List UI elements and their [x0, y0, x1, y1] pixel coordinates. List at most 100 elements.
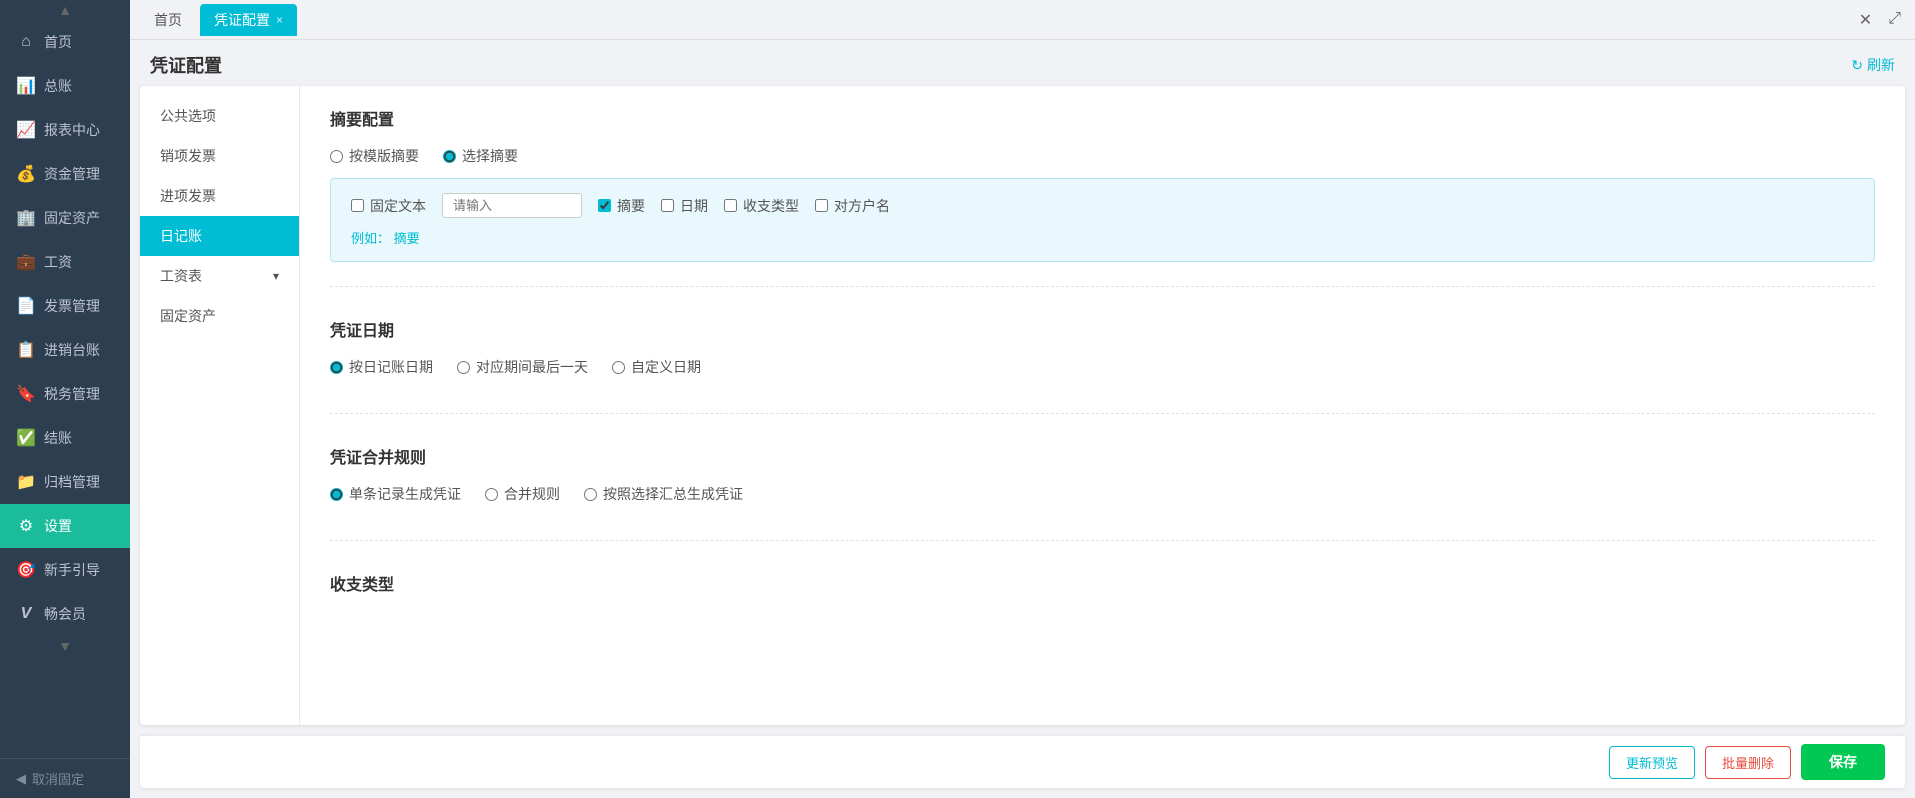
batch-delete-button[interactable]: 批量删除 [1705, 746, 1791, 779]
date-radio-due-last[interactable]: 对应期间最后一天 [457, 357, 588, 377]
left-nav-public[interactable]: 公共选项 [140, 96, 299, 136]
left-nav-journal-label: 日记账 [160, 226, 202, 246]
sidebar-unpin[interactable]: ◀ 取消固定 [0, 758, 130, 798]
sidebar-item-vip[interactable]: V 畅会员 [0, 592, 130, 636]
bottom-bar: 更新预览 批量删除 保存 [140, 735, 1905, 788]
single-radio[interactable] [330, 488, 343, 501]
sidebar-label-sales: 进销台账 [44, 340, 114, 360]
home-icon: ⌂ [16, 33, 36, 51]
left-nav-fixed-assets[interactable]: 固定资产 [140, 296, 299, 336]
sidebar-item-sales[interactable]: 📋 进销台账 [0, 328, 130, 372]
window-close-icon[interactable]: ✕ [1855, 6, 1876, 34]
sidebar-label-invoice: 发票管理 [44, 296, 114, 316]
merge-radio-merge[interactable]: 合并规则 [485, 484, 560, 504]
merge-radio[interactable] [485, 488, 498, 501]
sidebar-item-reports[interactable]: 📈 报表中心 [0, 108, 130, 152]
left-nav-journal[interactable]: 日记账 [140, 216, 299, 256]
fixed-text-input[interactable] [442, 193, 582, 218]
voucher-date-title: 凭证日期 [330, 317, 1875, 341]
sidebar-item-assets[interactable]: 🏢 固定资产 [0, 196, 130, 240]
merge-rule-section: 凭证合并规则 单条记录生成凭证 合并规则 按照选择汇总生成凭证 [330, 444, 1875, 541]
sidebar-label-home: 首页 [44, 32, 114, 52]
summary-title: 摘要配置 [330, 106, 1875, 130]
date-radio-journal[interactable]: 按日记账日期 [330, 357, 433, 377]
summary-radio-template[interactable]: 按模版摘要 [330, 146, 419, 166]
refresh-icon: ↻ [1851, 57, 1863, 74]
summary-template-radio[interactable] [330, 150, 343, 163]
sidebar-item-ledger[interactable]: 📊 总账 [0, 64, 130, 108]
left-nav-sales-invoice[interactable]: 销项发票 [140, 136, 299, 176]
summary-section: 摘要配置 按模版摘要 选择摘要 固定文本 [330, 106, 1875, 287]
custom-date-label: 自定义日期 [631, 357, 701, 377]
tax-icon: 🔖 [16, 384, 36, 404]
merge-radio-select-merge[interactable]: 按照选择汇总生成凭证 [584, 484, 743, 504]
update-preview-button[interactable]: 更新预览 [1609, 746, 1695, 779]
tab-home[interactable]: 首页 [140, 4, 196, 36]
checkbox-income-type[interactable]: 收支类型 [724, 196, 799, 216]
refresh-button[interactable]: ↻ 刷新 [1851, 55, 1895, 75]
content-area: 公共选项 销项发票 进项发票 日记账 工资表 ▾ 固定资产 摘要配置 [140, 86, 1905, 725]
summary-config-box: 固定文本 摘要 日期 收支类型 [330, 178, 1875, 262]
tab-home-label: 首页 [154, 10, 182, 30]
sales-icon: 📋 [16, 340, 36, 360]
sidebar-item-archive[interactable]: 📁 归档管理 [0, 460, 130, 504]
select-merge-radio[interactable] [584, 488, 597, 501]
sidebar-item-home[interactable]: ⌂ 首页 [0, 20, 130, 64]
tab-bar-actions: ✕ ⤢ [1855, 6, 1905, 34]
checkbox-date[interactable]: 日期 [661, 196, 708, 216]
save-button[interactable]: 保存 [1801, 744, 1885, 780]
summary-radio-select[interactable]: 选择摘要 [443, 146, 518, 166]
sidebar-scroll-up[interactable]: ▲ [0, 0, 130, 20]
right-content: 摘要配置 按模版摘要 选择摘要 固定文本 [300, 86, 1905, 725]
assets-icon: 🏢 [16, 208, 36, 228]
left-nav-payroll[interactable]: 工资表 ▾ [140, 256, 299, 296]
fixed-text-checkbox[interactable] [351, 199, 364, 212]
sidebar-label-reports: 报表中心 [44, 120, 114, 140]
counterparty-checkbox[interactable] [815, 199, 828, 212]
summary-checkbox[interactable] [598, 199, 611, 212]
sidebar-item-invoice[interactable]: 📄 发票管理 [0, 284, 130, 328]
sidebar-label-ledger: 总账 [44, 76, 114, 96]
sidebar-scroll-down[interactable]: ▼ [0, 636, 130, 656]
voucher-date-section: 凭证日期 按日记账日期 对应期间最后一天 自定义日期 [330, 317, 1875, 414]
journal-date-label: 按日记账日期 [349, 357, 433, 377]
settlement-icon: ✅ [16, 428, 36, 448]
income-type-section: 收支类型 [330, 571, 1875, 635]
date-radio-custom[interactable]: 自定义日期 [612, 357, 701, 377]
left-nav-purchase-invoice[interactable]: 进项发票 [140, 176, 299, 216]
window-resize-icon[interactable]: ⤢ [1884, 6, 1905, 34]
journal-date-radio[interactable] [330, 361, 343, 374]
income-type-checkbox[interactable] [724, 199, 737, 212]
summary-radio-group: 按模版摘要 选择摘要 [330, 146, 1875, 166]
sidebar-item-settings[interactable]: ⚙ 设置 [0, 504, 130, 548]
unpin-label: 取消固定 [32, 769, 84, 788]
example-text: 例如： 摘要 [351, 228, 1854, 247]
summary-select-radio[interactable] [443, 150, 456, 163]
left-nav-payroll-label: 工资表 [160, 266, 202, 286]
summary-checkbox-row: 固定文本 摘要 日期 收支类型 [351, 193, 1854, 218]
sidebar-item-guide[interactable]: 🎯 新手引导 [0, 548, 130, 592]
sidebar-label-settlement: 结账 [44, 428, 114, 448]
merge-radio-single[interactable]: 单条记录生成凭证 [330, 484, 461, 504]
custom-date-radio[interactable] [612, 361, 625, 374]
sidebar-label-tax: 税务管理 [44, 384, 114, 404]
left-nav-purchase-invoice-label: 进项发票 [160, 186, 216, 206]
summary-select-label: 选择摘要 [462, 146, 518, 166]
date-checkbox[interactable] [661, 199, 674, 212]
sidebar-item-tax[interactable]: 🔖 税务管理 [0, 372, 130, 416]
ledger-icon: 📊 [16, 76, 36, 96]
checkbox-fixed-text[interactable]: 固定文本 [351, 196, 426, 216]
sidebar-item-settlement[interactable]: ✅ 结账 [0, 416, 130, 460]
checkbox-counterparty[interactable]: 对方户名 [815, 196, 890, 216]
tab-voucher-config-label: 凭证配置 [214, 10, 270, 30]
page-header: 凭证配置 ↻ 刷新 [130, 40, 1915, 86]
tab-close-icon[interactable]: × [276, 13, 283, 27]
sidebar-item-salary[interactable]: 💼 工资 [0, 240, 130, 284]
example-value: 摘要 [394, 231, 420, 246]
sidebar-item-funds[interactable]: 💰 资金管理 [0, 152, 130, 196]
income-type-label: 收支类型 [743, 196, 799, 216]
counterparty-label: 对方户名 [834, 196, 890, 216]
checkbox-summary[interactable]: 摘要 [598, 196, 645, 216]
tab-voucher-config[interactable]: 凭证配置 × [200, 4, 297, 36]
due-last-radio[interactable] [457, 361, 470, 374]
